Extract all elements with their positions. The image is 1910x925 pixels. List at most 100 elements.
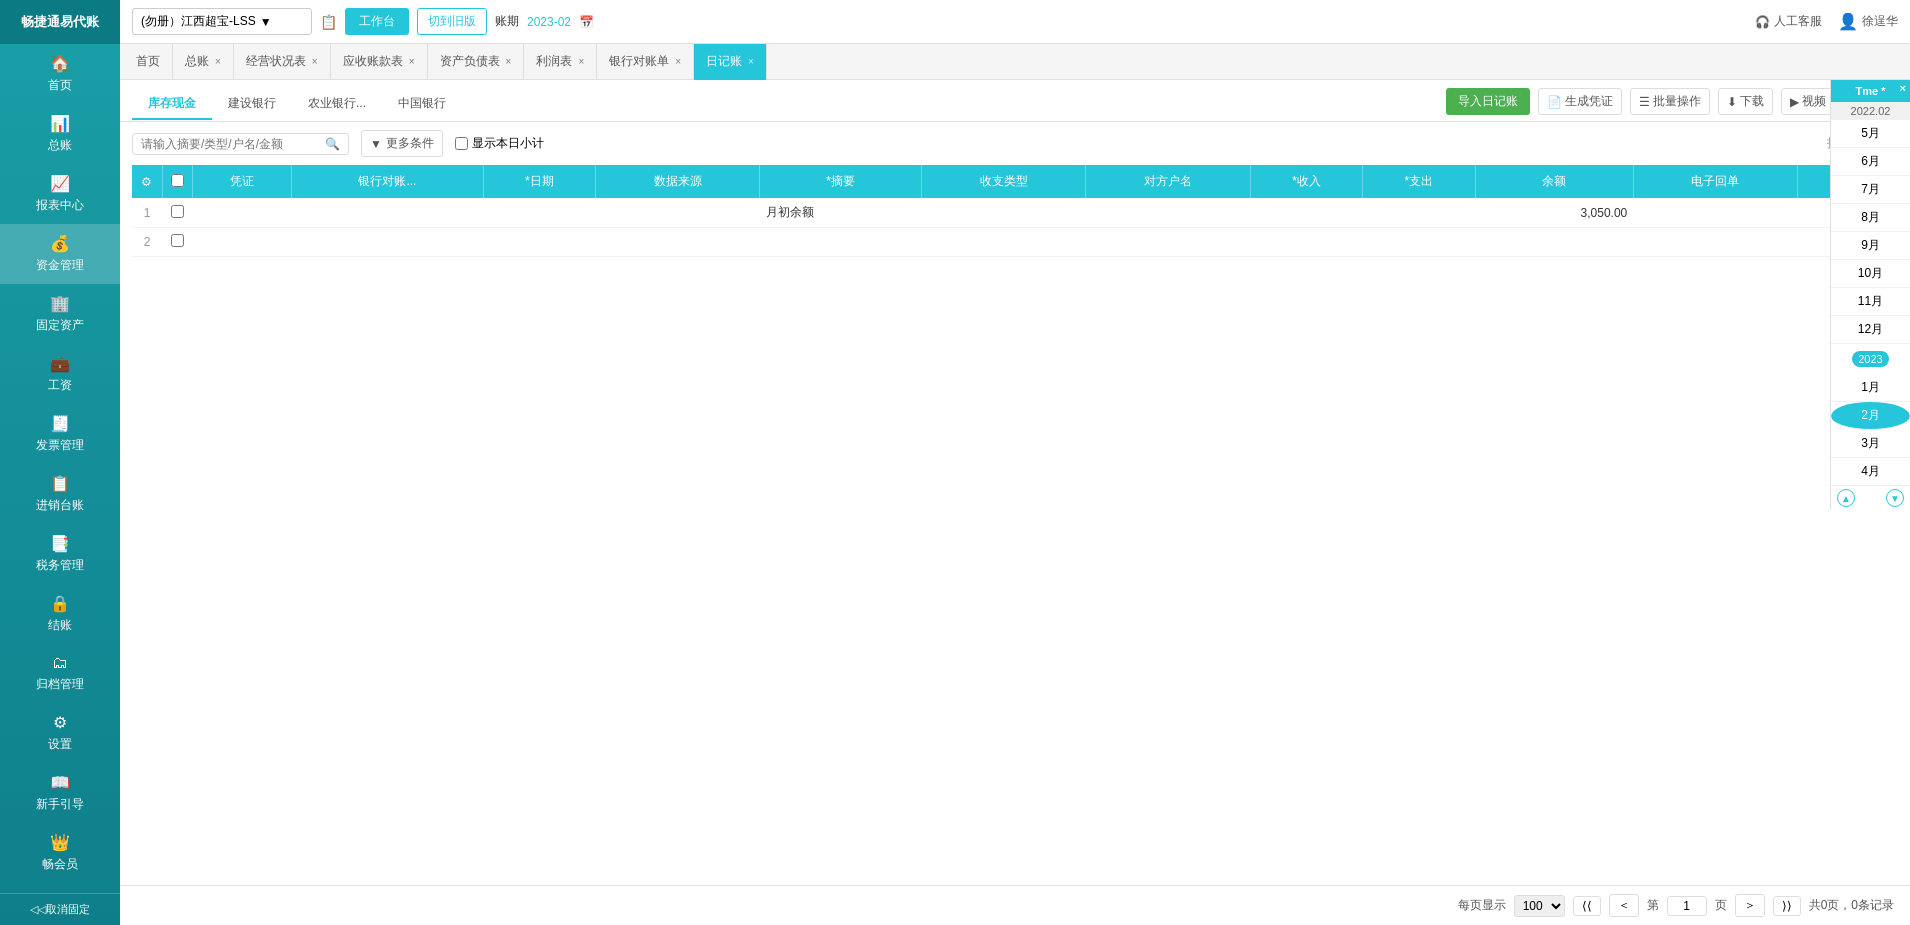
next-page-button[interactable]: ＞ (1735, 894, 1765, 917)
row-checkbox[interactable] (171, 234, 184, 247)
batch-icon: ☰ (1639, 95, 1650, 109)
sidebar-item-invoice[interactable]: 🧾 发票管理 (0, 404, 120, 464)
sidebar-item-label: 固定资产 (36, 317, 84, 334)
sidebar-item-archive[interactable]: 🗂 归档管理 (0, 644, 120, 703)
first-page-button[interactable]: ⟨⟨ (1573, 896, 1601, 916)
tab-receivable[interactable]: 应收账款表 × (331, 44, 428, 80)
company-select[interactable]: (勿册）江西超宝-LSS ▼ (132, 8, 312, 35)
invoice-icon: 🧾 (50, 414, 70, 433)
sidebar-item-label: 发票管理 (36, 437, 84, 454)
date-month-2023-4[interactable]: 4月 (1831, 458, 1910, 486)
sidebar-item-home[interactable]: 🏠 首页 (0, 44, 120, 104)
date-month-10[interactable]: 10月 (1831, 260, 1910, 288)
oldver-button[interactable]: 切到旧版 (417, 8, 487, 35)
voucher-button[interactable]: 📄 生成凭证 (1538, 88, 1622, 115)
sidebar-item-label: 进销台账 (36, 497, 84, 514)
copy-icon[interactable]: 📋 (320, 14, 337, 30)
import-button[interactable]: 导入日记账 (1446, 88, 1530, 115)
support-link[interactable]: 🎧 人工客服 (1755, 13, 1822, 30)
date-month-2023-2[interactable]: 2月 (1831, 402, 1910, 430)
tab-close-icon[interactable]: × (675, 56, 681, 67)
calendar-icon[interactable]: 📅 (579, 15, 594, 29)
date-panel-close[interactable]: × (1900, 82, 1906, 94)
date-month-9[interactable]: 9月 (1831, 232, 1910, 260)
search-input[interactable] (141, 137, 321, 151)
voucher-label: 生成凭证 (1565, 93, 1613, 110)
tab-bankreconcile[interactable]: 银行对账单 × (597, 44, 694, 80)
sub-tab-cash[interactable]: 库存现金 (132, 89, 212, 120)
sidebar-item-report[interactable]: 📈 报表中心 (0, 164, 120, 224)
tab-label: 经营状况表 (246, 53, 306, 70)
select-all-checkbox[interactable] (171, 174, 184, 187)
tab-close-icon[interactable]: × (506, 56, 512, 67)
page-size-select[interactable]: 100 50 200 (1514, 895, 1565, 917)
last-page-button[interactable]: ⟩⟩ (1773, 896, 1801, 916)
tab-close-icon[interactable]: × (312, 56, 318, 67)
tab-assets[interactable]: 资产负债表 × (428, 44, 525, 80)
sidebar-item-settings[interactable]: ⚙ 设置 (0, 703, 120, 763)
col-check[interactable] (162, 165, 192, 198)
download-icon: ⬇ (1727, 95, 1737, 109)
row-check[interactable] (162, 198, 192, 228)
date-month-7[interactable]: 7月 (1831, 176, 1910, 204)
download-label: 下载 (1740, 93, 1764, 110)
row-voucher (192, 228, 292, 257)
show-daily-checkbox-wrap[interactable]: 显示本日小计 (455, 135, 544, 152)
archive-icon: 🗂 (52, 654, 68, 672)
sidebar-item-label: 总账 (48, 137, 72, 154)
workbench-button[interactable]: 工作台 (345, 8, 409, 35)
row-source (595, 228, 759, 257)
date-month-5[interactable]: 5月 (1831, 120, 1910, 148)
sidebar-item-capital[interactable]: 💰 资金管理 (0, 224, 120, 284)
row-check[interactable] (162, 228, 192, 257)
tab-close-icon[interactable]: × (748, 56, 754, 67)
tab-status[interactable]: 经营状况表 × (234, 44, 331, 80)
collapse-btn[interactable]: ◁◁ 取消固定 (0, 893, 120, 925)
date-month-11[interactable]: 11月 (1831, 288, 1910, 316)
sidebar-item-salary[interactable]: 💼 工资 (0, 344, 120, 404)
user-menu[interactable]: 👤 徐逞华 (1838, 12, 1898, 31)
page-input[interactable] (1667, 896, 1707, 916)
sidebar-item-fixed[interactable]: 🏢 固定资产 (0, 284, 120, 344)
batch-button[interactable]: ☰ 批量操作 (1630, 88, 1710, 115)
show-daily-checkbox[interactable] (455, 137, 468, 150)
capital-icon: 💰 (50, 234, 70, 253)
date-year-2022-header: 2022.02 (1831, 102, 1910, 120)
month-label: 12月 (1858, 322, 1883, 336)
date-month-12[interactable]: 12月 (1831, 316, 1910, 344)
sidebar-item-guide[interactable]: 📖 新手引导 (0, 763, 120, 823)
sub-tab-ccb[interactable]: 建设银行 (212, 89, 292, 120)
sub-tab-boc[interactable]: 中国银行 (382, 89, 462, 120)
tab-journal[interactable]: 日记账 × (694, 44, 767, 80)
date-month-8[interactable]: 8月 (1831, 204, 1910, 232)
download-button[interactable]: ⬇ 下载 (1718, 88, 1773, 115)
date-month-6[interactable]: 6月 (1831, 148, 1910, 176)
nav-down-button[interactable]: ▼ (1886, 489, 1904, 507)
col-settings[interactable]: ⚙ (132, 165, 162, 198)
sub-tab-abc[interactable]: 农业银行... (292, 89, 382, 120)
sidebar-item-closing[interactable]: 🔒 结账 (0, 584, 120, 644)
tab-close-icon[interactable]: × (409, 56, 415, 67)
row-checkbox[interactable] (171, 205, 184, 218)
row-date (483, 198, 595, 228)
video-button[interactable]: ▶ 视频 (1781, 88, 1835, 115)
tab-label: 首页 (136, 53, 160, 70)
search-icon[interactable]: 🔍 (325, 137, 340, 151)
col-voucher: 凭证 (192, 165, 292, 198)
tab-home[interactable]: 首页 (124, 44, 173, 80)
sidebar-item-tax[interactable]: 📑 税务管理 (0, 524, 120, 584)
prev-page-button[interactable]: ＜ (1609, 894, 1639, 917)
date-month-2023-3[interactable]: 3月 (1831, 430, 1910, 458)
tab-profit[interactable]: 利润表 × (524, 44, 597, 80)
tab-close-icon[interactable]: × (215, 56, 221, 67)
period-value[interactable]: 2023-02 (527, 15, 571, 29)
sidebar-item-member[interactable]: 👑 畅会员 (0, 823, 120, 883)
tab-ledger[interactable]: 总账 × (173, 44, 234, 80)
sidebar-item-ledger[interactable]: 📊 总账 (0, 104, 120, 164)
more-filter-button[interactable]: ▼ 更多条件 (361, 130, 443, 157)
nav-up-button[interactable]: ▲ (1837, 489, 1855, 507)
sidebar-item-purchase[interactable]: 📋 进销台账 (0, 464, 120, 524)
tab-close-icon[interactable]: × (578, 56, 584, 67)
sidebar-item-label: 资金管理 (36, 257, 84, 274)
date-month-2023-1[interactable]: 1月 (1831, 374, 1910, 402)
